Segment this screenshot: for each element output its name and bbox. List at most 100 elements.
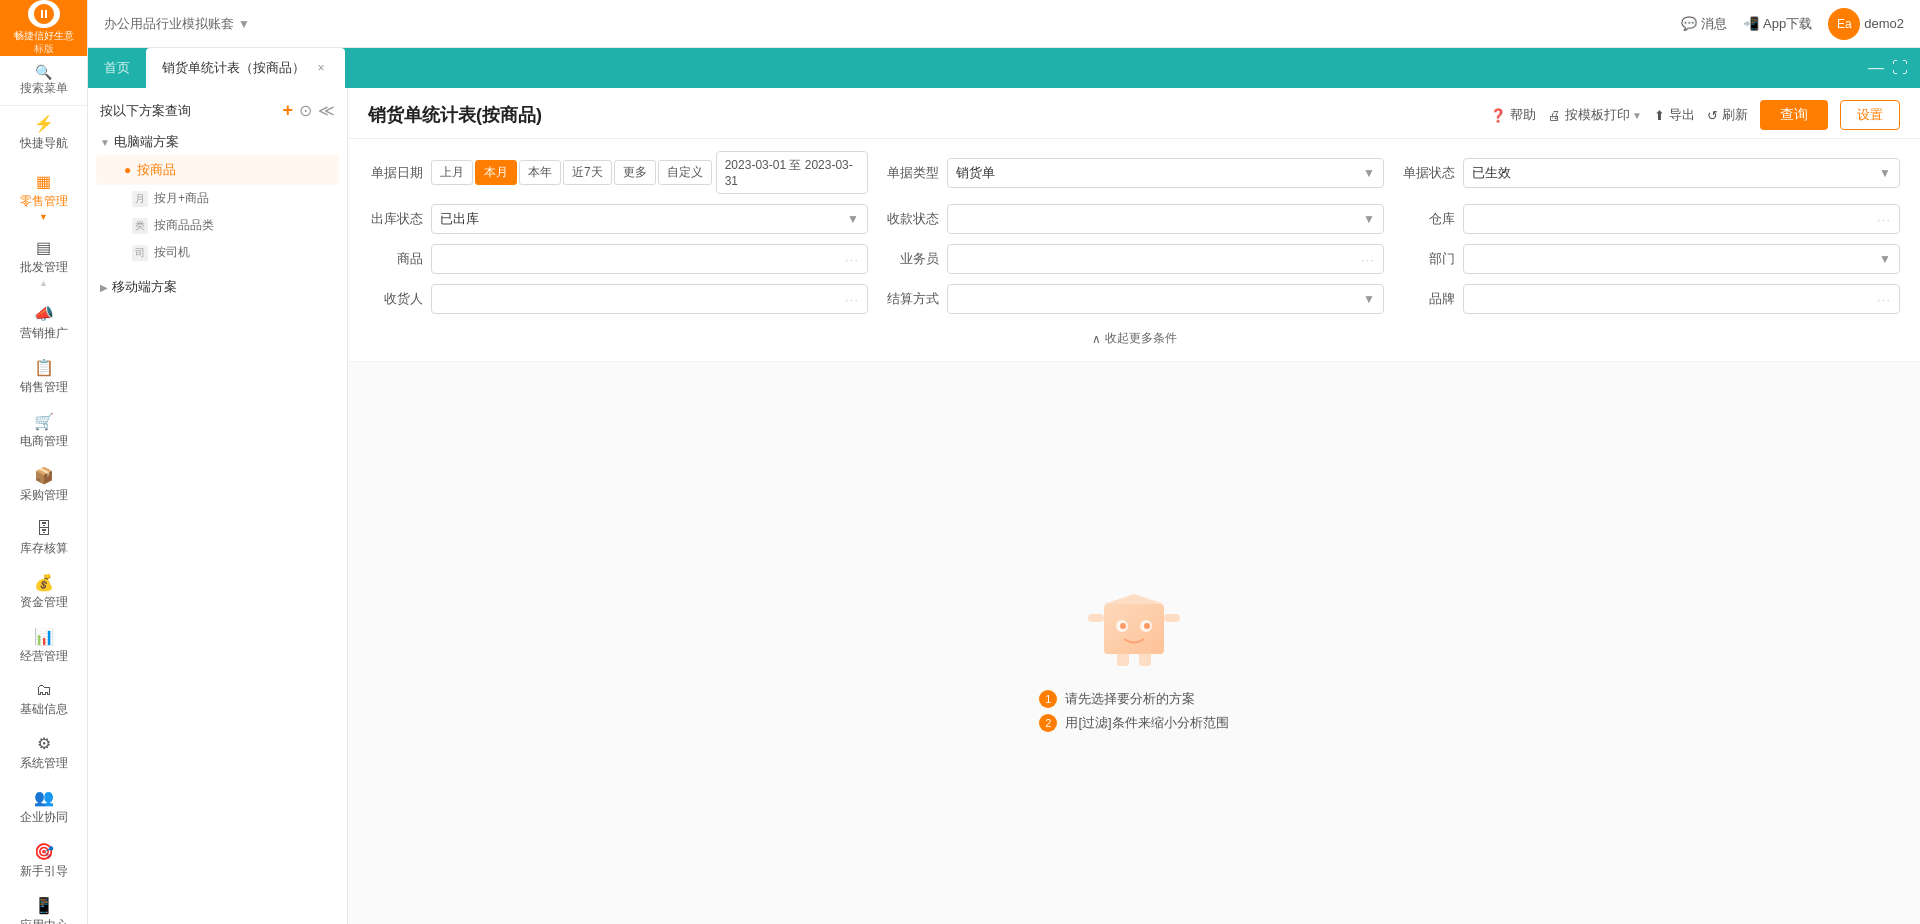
driver-icon: 司 (132, 245, 148, 261)
left-panel-actions: + ⊙ ≪ (282, 100, 335, 121)
operation-label: 经营管理 (20, 648, 68, 665)
scheme-subitem-month-goods[interactable]: 月 按月+商品 (96, 185, 339, 212)
tab-close-btn[interactable]: × (313, 60, 329, 76)
custom-btn[interactable]: 自定义 (658, 160, 712, 185)
sidebar-item-sales[interactable]: 📋 销售管理 (0, 350, 87, 404)
page-header: 销货单统计表(按商品) ❓ 帮助 🖨 按模板打印 ▼ ⬆ (348, 88, 1920, 139)
this-year-btn[interactable]: 本年 (519, 160, 561, 185)
recipient-control[interactable]: ··· (431, 284, 868, 314)
warehouse-control[interactable]: ··· (1463, 204, 1900, 234)
doc-type-control[interactable]: 销货单 ▼ (947, 158, 1384, 188)
tab-minimize-btn[interactable]: — (1868, 59, 1884, 77)
filter-recipient: 收货人 ··· (368, 284, 868, 314)
date-range-input[interactable]: 2023-03-01 至 2023-03-31 (716, 151, 868, 194)
app-download-label: App下载 (1763, 15, 1812, 33)
sidebar-item-app-center[interactable]: 📱 应用中心 (0, 888, 87, 924)
scheme-group-desktop-title[interactable]: ▼ 电脑端方案 (96, 129, 339, 155)
left-panel-header: 按以下方案查询 + ⊙ ≪ (88, 100, 347, 129)
sidebar-item-wholesale[interactable]: ▤ 批发管理 ▲ (0, 230, 87, 296)
settings-scheme-btn[interactable]: ⊙ (299, 101, 312, 120)
scheme-subitem-driver[interactable]: 司 按司机 (96, 239, 339, 266)
filter-department: 部门 ▼ (1400, 244, 1900, 274)
svg-point-3 (1120, 623, 1126, 629)
query-btn[interactable]: 查询 (1760, 100, 1828, 130)
filter-brand: 品牌 ··· (1400, 284, 1900, 314)
doc-status-control[interactable]: 已生效 ▼ (1463, 158, 1900, 188)
download-icon: 📲 (1743, 16, 1759, 31)
group-label-mobile: 移动端方案 (112, 278, 177, 296)
scheme-group-desktop: ▼ 电脑端方案 ● 按商品 月 按月+商品 类 按商品品类 司 按司 (88, 129, 347, 266)
brand-control[interactable]: ··· (1463, 284, 1900, 314)
sidebar-item-collab[interactable]: 👥 企业协同 (0, 780, 87, 834)
header-left: 办公用品行业模拟账套 ▼ (104, 15, 250, 33)
sidebar-item-finance[interactable]: 💰 资金管理 (0, 565, 87, 619)
search-menu[interactable]: 🔍 搜索菜单 (0, 56, 87, 106)
sidebar-item-basic-info[interactable]: 🗂 基础信息 (0, 673, 87, 726)
sidebar-item-system[interactable]: ⚙ 系统管理 (0, 726, 87, 780)
wholesale-icon: ▤ (36, 238, 51, 257)
tab-bar-actions: — ⛶ (1868, 59, 1920, 77)
goods-control[interactable]: ··· (431, 244, 868, 274)
left-panel: 按以下方案查询 + ⊙ ≪ ▼ 电脑端方案 ● 按商品 月 (88, 88, 348, 924)
industry-label: 办公用品行业模拟账套 (104, 15, 234, 33)
print-dropdown[interactable]: 按模板打印 ▼ (1565, 106, 1642, 124)
user-menu[interactable]: Ea demo2 (1828, 8, 1904, 40)
export-btn[interactable]: ⬆ 导出 (1654, 106, 1695, 124)
user-name: demo2 (1864, 16, 1904, 31)
collapse-filter-btn[interactable]: ∧ 收起更多条件 (368, 324, 1900, 349)
messages-btn[interactable]: 💬 消息 (1681, 15, 1727, 33)
scheme-item-by-goods[interactable]: ● 按商品 (96, 155, 339, 185)
filter-area: 单据日期 上月 本月 本年 近7天 更多 自定义 2023- (348, 139, 1920, 362)
help-btn[interactable]: ❓ 帮助 (1490, 106, 1536, 124)
tab-active[interactable]: 销货单统计表（按商品） × (146, 48, 345, 88)
payment-method-control[interactable]: ▼ (947, 284, 1384, 314)
collapse-panel-btn[interactable]: ≪ (318, 101, 335, 120)
system-icon: ⚙ (37, 734, 51, 753)
recipient-dots: ··· (845, 292, 859, 307)
this-month-btn[interactable]: 本月 (475, 160, 517, 185)
month-goods-label: 按月+商品 (154, 190, 209, 207)
last7days-btn[interactable]: 近7天 (563, 160, 612, 185)
export-icon: ⬆ (1654, 108, 1665, 123)
page-title: 销货单统计表(按商品) (368, 103, 542, 127)
payment-status-control[interactable]: ▼ (947, 204, 1384, 234)
warehouse-status-value: 已出库 (440, 210, 479, 228)
sales-label: 销售管理 (20, 379, 68, 396)
sidebar-item-ecommerce[interactable]: 🛒 电商管理 (0, 404, 87, 458)
last-month-btn[interactable]: 上月 (431, 160, 473, 185)
date-period: 上月 本月 本年 近7天 更多 自定义 2023-03-01 至 2023-03… (431, 151, 868, 194)
refresh-btn[interactable]: ↺ 刷新 (1707, 106, 1748, 124)
sidebar-item-operation[interactable]: 📊 经营管理 (0, 619, 87, 673)
industry-selector[interactable]: 办公用品行业模拟账套 ▼ (104, 15, 250, 33)
sidebar-item-marketing[interactable]: 📣 营销推广 (0, 296, 87, 350)
basic-info-label: 基础信息 (20, 701, 68, 718)
logo-text: 畅捷信好生意 (14, 30, 74, 42)
sidebar-item-retail[interactable]: ▦ 零售管理 ▼ (0, 164, 87, 230)
page-content: 按以下方案查询 + ⊙ ≪ ▼ 电脑端方案 ● 按商品 月 (88, 88, 1920, 924)
industry-dropdown-arrow: ▼ (238, 17, 250, 31)
tab-maximize-btn[interactable]: ⛶ (1892, 59, 1908, 77)
settings-btn[interactable]: 设置 (1840, 100, 1900, 130)
empty-hint-2: 2 用[过滤]条件来缩小分析范围 (1039, 714, 1228, 732)
app-logo[interactable]: 畅捷信好生意 标版 (0, 0, 88, 56)
operation-icon: 📊 (34, 627, 54, 646)
sidebar-item-inventory[interactable]: 🗄 库存核算 (0, 512, 87, 565)
driver-label: 按司机 (154, 244, 190, 261)
top-header: 办公用品行业模拟账套 ▼ 💬 消息 📲 App下载 Ea demo2 (88, 0, 1920, 48)
more-btn[interactable]: 更多 (614, 160, 656, 185)
recipient-label: 收货人 (368, 290, 423, 308)
sidebar-item-purchase[interactable]: 📦 采购管理 (0, 458, 87, 512)
add-scheme-btn[interactable]: + (282, 100, 293, 121)
print-btn[interactable]: 🖨 按模板打印 ▼ (1548, 106, 1642, 124)
sidebar-item-quick-nav[interactable]: ⚡ 快捷导航 (0, 106, 87, 160)
tab-home[interactable]: 首页 (88, 48, 146, 88)
department-control[interactable]: ▼ (1463, 244, 1900, 274)
scheme-group-mobile-title[interactable]: ▶ 移动端方案 (96, 274, 339, 300)
warehouse-status-control[interactable]: 已出库 ▼ (431, 204, 868, 234)
filter-row-3: 商品 ··· 业务员 ··· 部门 (368, 244, 1900, 274)
app-download-btn[interactable]: 📲 App下载 (1743, 15, 1812, 33)
salesperson-control[interactable]: ··· (947, 244, 1384, 274)
hint-num-1: 1 (1039, 690, 1057, 708)
sidebar-item-guide[interactable]: 🎯 新手引导 (0, 834, 87, 888)
scheme-subitem-category[interactable]: 类 按商品品类 (96, 212, 339, 239)
